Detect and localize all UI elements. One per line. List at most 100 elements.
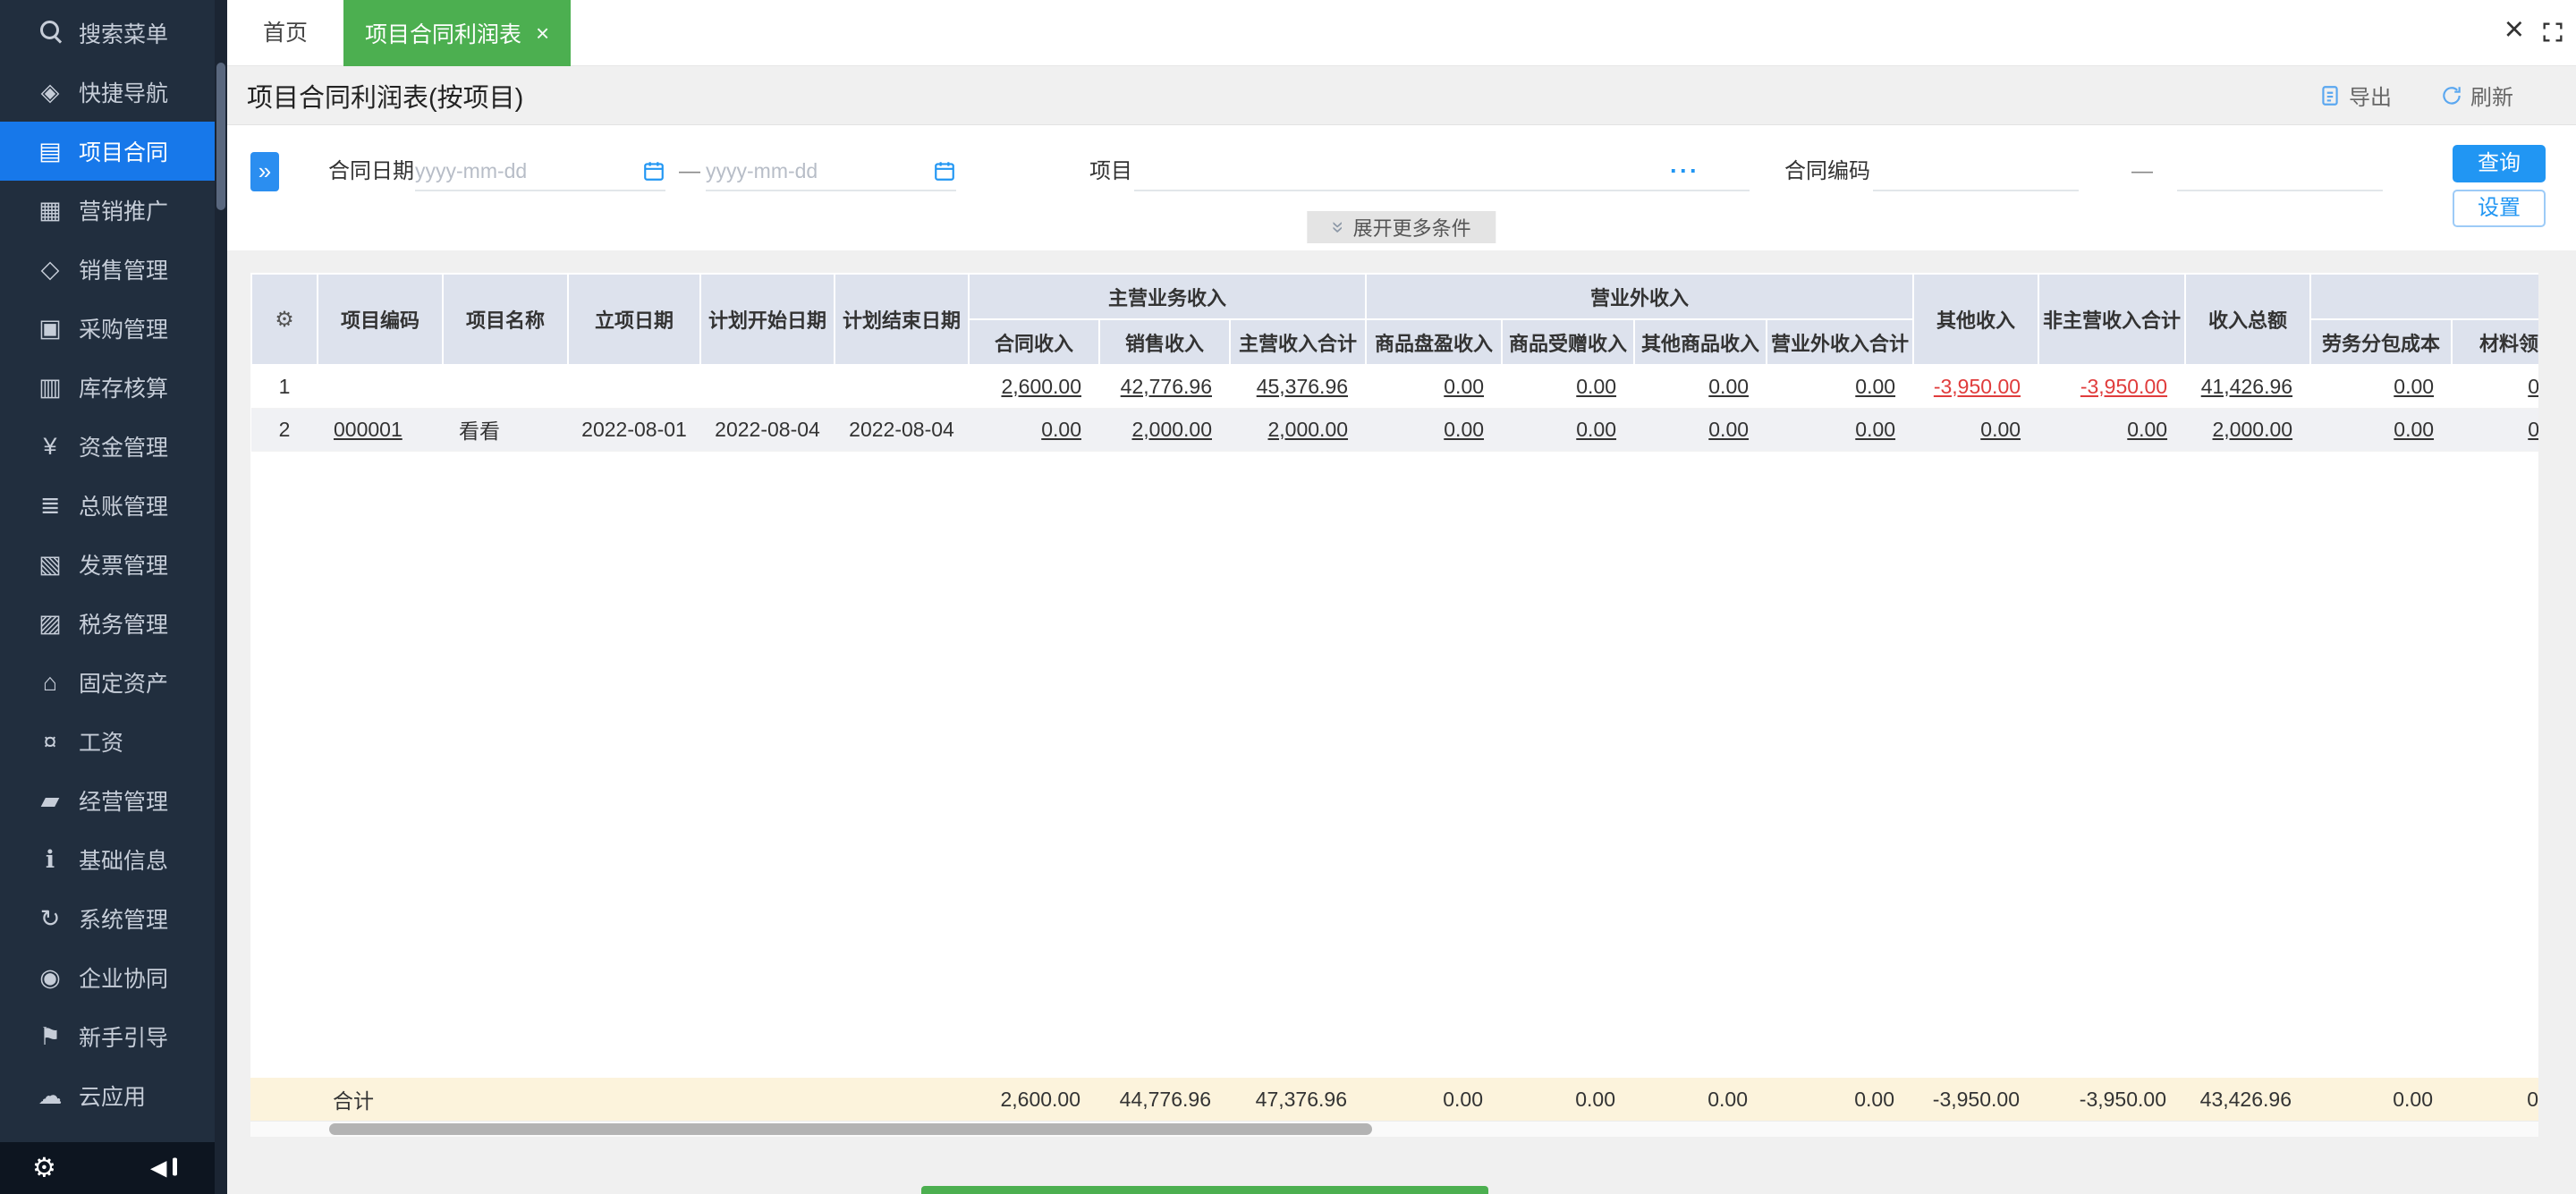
tab-active[interactable]: 项目合同利润表 × bbox=[343, 0, 572, 66]
cell-non-main-income-total[interactable]: 0.00 bbox=[2038, 408, 2186, 452]
expand-more-conditions[interactable]: » 展开更多条件 bbox=[1307, 211, 1496, 243]
cell-other-goods-income[interactable]: 0.00 bbox=[1634, 408, 1767, 452]
window-close-icon[interactable]: × bbox=[2504, 13, 2524, 47]
value-link[interactable]: 41,426.96 bbox=[2201, 375, 2292, 398]
sidebar-item-14[interactable]: ℹ 基础信息 bbox=[0, 830, 215, 889]
cell-main-income-total[interactable]: 45,376.96 bbox=[1230, 365, 1367, 409]
cell-goods-donated-income[interactable]: 0.00 bbox=[1502, 408, 1635, 452]
cell-labor-subcontract-cost[interactable]: 0.00 bbox=[2310, 365, 2453, 409]
sidebar-item-15[interactable]: ↻ 系统管理 bbox=[0, 889, 215, 948]
cell-other-goods-income[interactable]: 0.00 bbox=[1634, 365, 1767, 409]
cell-project-name bbox=[443, 365, 568, 409]
value-link[interactable]: 0.00 bbox=[1855, 375, 1895, 398]
cell-project-name: 看看 bbox=[443, 408, 568, 452]
sidebar-item-10[interactable]: ▨ 税务管理 bbox=[0, 594, 215, 653]
sidebar-item-5[interactable]: ▣ 采购管理 bbox=[0, 299, 215, 358]
sidebar-item-11[interactable]: ⌂ 固定资产 bbox=[0, 653, 215, 712]
value-link[interactable]: 0.00 bbox=[1444, 375, 1484, 398]
sidebar-item-16[interactable]: ◉ 企业协同 bbox=[0, 948, 215, 1007]
cell-goods-overage-income[interactable]: 0.00 bbox=[1366, 408, 1503, 452]
value-link[interactable]: 0.00 bbox=[2528, 375, 2538, 398]
value-link[interactable]: 2,000.00 bbox=[1268, 418, 1349, 441]
contract-code-end-input[interactable] bbox=[2177, 152, 2383, 191]
cell-other-income[interactable]: 0.00 bbox=[1913, 408, 2039, 452]
sidebar-item-4[interactable]: ◇ 销售管理 bbox=[0, 240, 215, 299]
value-link[interactable]: 0.00 bbox=[1576, 418, 1616, 441]
export-button[interactable]: 导出 bbox=[2318, 80, 2392, 111]
contract-code-start-input[interactable] bbox=[1873, 152, 2079, 191]
value-link[interactable]: 2,600.00 bbox=[1001, 375, 1081, 398]
cell-other-income[interactable]: -3,950.00 bbox=[1913, 365, 2039, 409]
sidebar-item-12[interactable]: ¤ 工资 bbox=[0, 712, 215, 771]
total-labor-subcontract-cost: 0.00 bbox=[2309, 1078, 2451, 1121]
settings-gear-icon[interactable]: ⚙ bbox=[32, 1153, 56, 1184]
sidebar-item-18[interactable]: ☁ 云应用 bbox=[0, 1066, 215, 1125]
sidebar-item-7[interactable]: ¥ 资金管理 bbox=[0, 417, 215, 476]
settings-button[interactable]: 设置 bbox=[2453, 190, 2546, 227]
tab-close-icon[interactable]: × bbox=[536, 21, 549, 45]
sidebar-item-2[interactable]: ▤ 项目合同 bbox=[0, 122, 215, 181]
cell-total-income[interactable]: 41,426.96 bbox=[2185, 365, 2311, 409]
speaker-icon[interactable]: ◀ bbox=[150, 1156, 179, 1181]
value-link[interactable]: 0.00 bbox=[1444, 418, 1484, 441]
value-link[interactable]: 0.00 bbox=[1041, 418, 1081, 441]
calendar-icon[interactable] bbox=[933, 159, 956, 182]
query-button[interactable]: 查询 bbox=[2453, 145, 2546, 182]
cell-sales-income[interactable]: 2,000.00 bbox=[1099, 408, 1230, 452]
value-link[interactable]: 45,376.96 bbox=[1257, 375, 1348, 398]
cell-project-code[interactable]: 000001 bbox=[318, 408, 443, 452]
sidebar-item-9[interactable]: ▧ 发票管理 bbox=[0, 535, 215, 594]
value-link[interactable]: 0.00 bbox=[1708, 418, 1749, 441]
sidebar-item-17[interactable]: ⚑ 新手引导 bbox=[0, 1007, 215, 1066]
sidebar-scrollbar-thumb[interactable] bbox=[216, 63, 225, 210]
cell-contract-income[interactable]: 0.00 bbox=[969, 408, 1099, 452]
value-link[interactable]: -3,950.00 bbox=[1934, 375, 2021, 398]
sidebar-item-13[interactable]: ▰ 经营管理 bbox=[0, 771, 215, 830]
sidebar-item-0[interactable]: 搜索菜单 bbox=[0, 4, 215, 63]
value-link[interactable]: 0.00 bbox=[2127, 418, 2167, 441]
value-link[interactable]: 0.00 bbox=[2528, 418, 2538, 441]
cell-goods-overage-income[interactable]: 0.00 bbox=[1366, 365, 1503, 409]
calendar-icon[interactable] bbox=[642, 159, 665, 182]
value-link[interactable]: 2,000.00 bbox=[2213, 418, 2293, 441]
value-link[interactable]: 0.00 bbox=[1708, 375, 1749, 398]
value-link[interactable]: 0.00 bbox=[1576, 375, 1616, 398]
horizontal-scrollbar-thumb[interactable] bbox=[329, 1123, 1372, 1135]
column-settings-header[interactable]: ⚙ bbox=[250, 273, 318, 366]
value-link[interactable]: 0.00 bbox=[2394, 375, 2434, 398]
collapse-filter-button[interactable]: » bbox=[250, 152, 279, 191]
contract-date-start-input[interactable]: yyyy-mm-dd bbox=[415, 152, 665, 191]
sidebar-scrollbar bbox=[215, 0, 227, 1194]
cell-main-income-total[interactable]: 2,000.00 bbox=[1230, 408, 1367, 452]
value-link[interactable]: 2,000.00 bbox=[1131, 418, 1212, 441]
tab-home[interactable]: 首页 bbox=[236, 0, 335, 66]
cell-material-requisition[interactable]: 0.00 bbox=[2452, 365, 2538, 409]
value-link[interactable]: 0.00 bbox=[1855, 418, 1895, 441]
project-code-link[interactable]: 000001 bbox=[334, 418, 402, 441]
payroll-icon: ¤ bbox=[43, 727, 57, 755]
cell-non-main-income-total[interactable]: -3,950.00 bbox=[2038, 365, 2186, 409]
cell-total-income[interactable]: 2,000.00 bbox=[2185, 408, 2311, 452]
refresh-button[interactable]: 刷新 bbox=[2440, 80, 2513, 111]
fullscreen-icon[interactable] bbox=[2540, 20, 2565, 49]
cell-contract-income[interactable]: 2,600.00 bbox=[969, 365, 1099, 409]
project-input[interactable]: ··· bbox=[1134, 152, 1750, 191]
cell-labor-subcontract-cost[interactable]: 0.00 bbox=[2310, 408, 2453, 452]
sidebar-item-6[interactable]: ▥ 库存核算 bbox=[0, 358, 215, 417]
cell-nonoperating-income-total[interactable]: 0.00 bbox=[1767, 365, 1914, 409]
project-picker-icon[interactable]: ··· bbox=[1670, 157, 1699, 185]
cell-material-requisition[interactable]: 0.00 bbox=[2452, 408, 2538, 452]
cell-sales-income[interactable]: 42,776.96 bbox=[1099, 365, 1230, 409]
sidebar-item-1[interactable]: ◈ 快捷导航 bbox=[0, 63, 215, 122]
sidebar-item-3[interactable]: ▦ 营销推广 bbox=[0, 181, 215, 240]
cell-nonoperating-income-total[interactable]: 0.00 bbox=[1767, 408, 1914, 452]
sidebar-item-8[interactable]: ≣ 总账管理 bbox=[0, 476, 215, 535]
value-link[interactable]: 42,776.96 bbox=[1121, 375, 1212, 398]
value-link[interactable]: 0.00 bbox=[1980, 418, 2021, 441]
value-link[interactable]: -3,950.00 bbox=[2080, 375, 2167, 398]
contract-date-end-input[interactable]: yyyy-mm-dd bbox=[706, 152, 956, 191]
value-link[interactable]: 0.00 bbox=[2394, 418, 2434, 441]
cell-goods-donated-income[interactable]: 0.00 bbox=[1502, 365, 1635, 409]
column-header: 主营收入合计 bbox=[1228, 318, 1368, 366]
column-header: 劳务分包成本 bbox=[2309, 318, 2453, 366]
